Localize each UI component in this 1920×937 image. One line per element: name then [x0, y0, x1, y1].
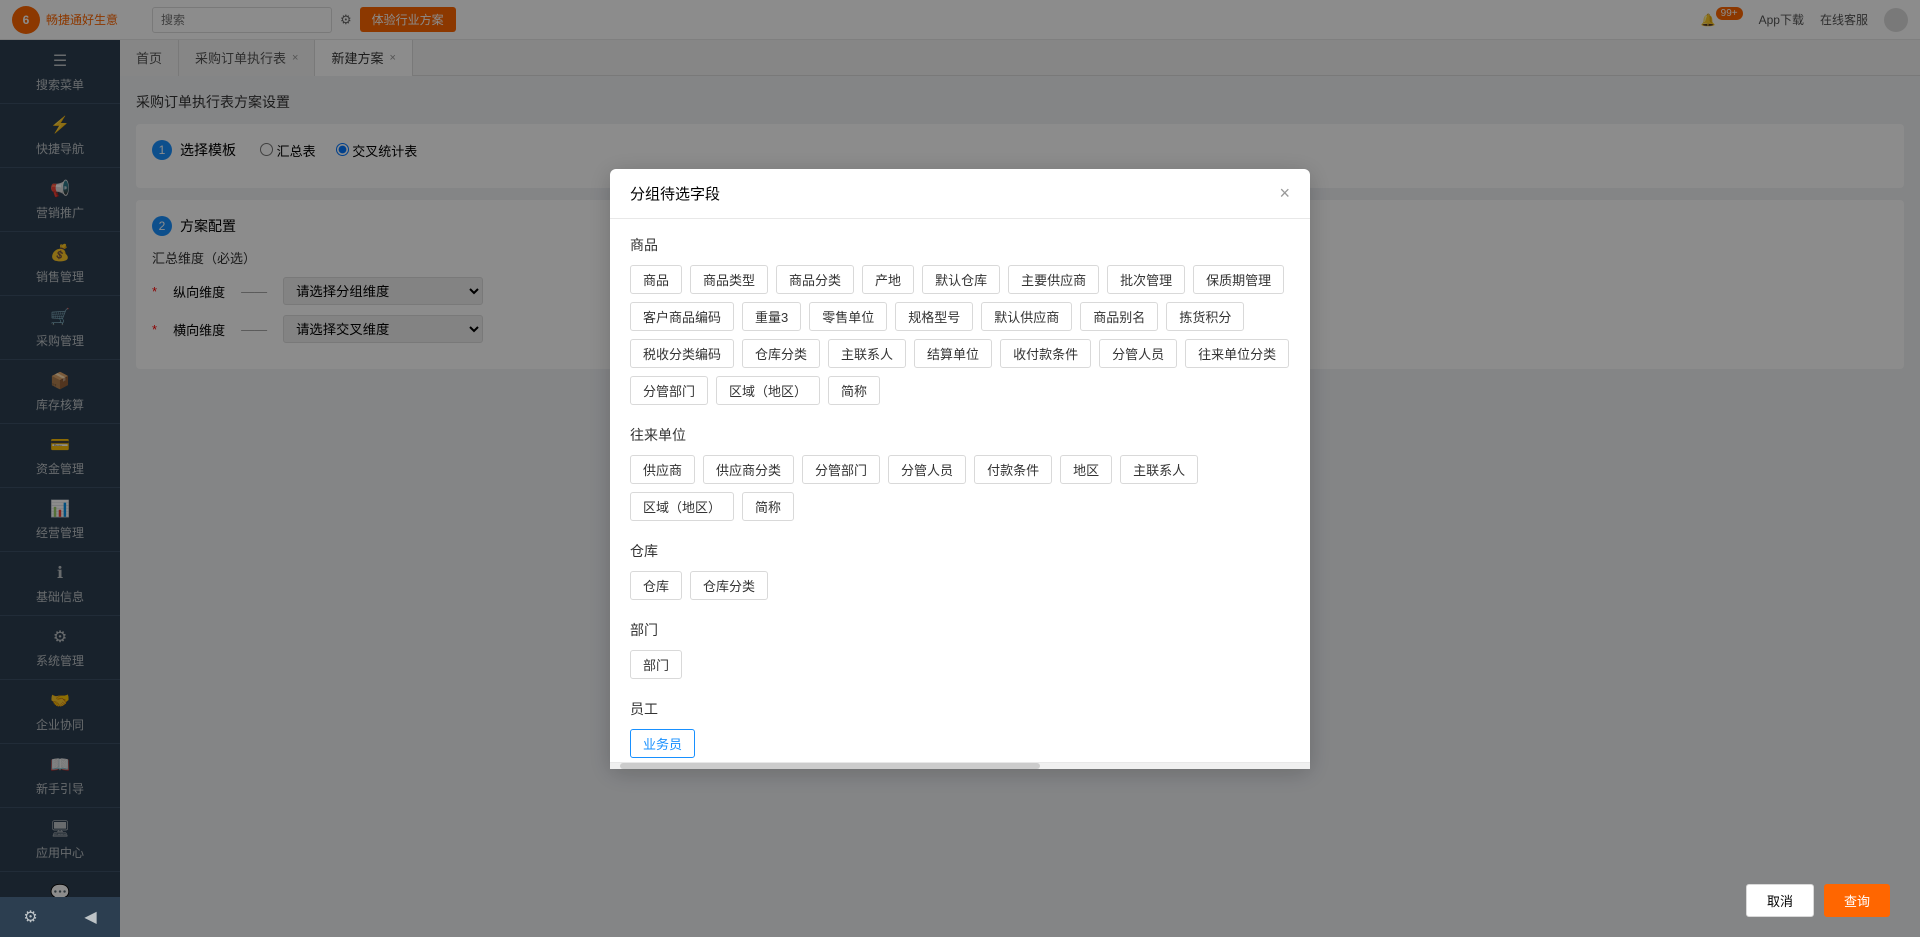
chip-goods-4[interactable]: 默认仓库: [922, 265, 1000, 294]
chip-goods-9[interactable]: 重量3: [742, 302, 801, 331]
chip-goods-17[interactable]: 主联系人: [828, 339, 906, 368]
chip-goods-0[interactable]: 商品: [630, 265, 682, 294]
sidebar-settings-icon[interactable]: ⚙: [23, 907, 37, 927]
chip-goods-8[interactable]: 客户商品编码: [630, 302, 734, 331]
group-title-goods: 商品: [630, 235, 1290, 255]
chip-goods-22[interactable]: 分管部门: [630, 376, 708, 405]
chip-goods-20[interactable]: 分管人员: [1099, 339, 1177, 368]
chip-goods-6[interactable]: 批次管理: [1107, 265, 1185, 294]
dept-chips: 部门: [630, 650, 1290, 679]
group-title-employee: 员工: [630, 699, 1290, 719]
chip-goods-18[interactable]: 结算单位: [914, 339, 992, 368]
chip-partner-6[interactable]: 主联系人: [1120, 455, 1198, 484]
chip-partner-8[interactable]: 简称: [742, 492, 794, 521]
chip-goods-5[interactable]: 主要供应商: [1008, 265, 1099, 294]
chip-goods-10[interactable]: 零售单位: [809, 302, 887, 331]
field-group-goods: 商品 商品 商品类型 商品分类 产地 默认仓库 主要供应商 批次管理 保质期管理…: [630, 235, 1290, 405]
chip-goods-14[interactable]: 拣货积分: [1166, 302, 1244, 331]
chip-goods-16[interactable]: 仓库分类: [742, 339, 820, 368]
warehouse-chips: 仓库 仓库分类: [630, 571, 1290, 600]
field-group-partner: 往来单位 供应商 供应商分类 分管部门 分管人员 付款条件 地区 主联系人 区域…: [630, 425, 1290, 521]
chip-goods-11[interactable]: 规格型号: [895, 302, 973, 331]
modal-overlay: 分组待选字段 × 商品 商品 商品类型 商品分类 产地 默认仓库 主要供应商 批…: [0, 0, 1920, 937]
chip-goods-13[interactable]: 商品别名: [1080, 302, 1158, 331]
modal-title: 分组待选字段: [630, 183, 720, 204]
chip-goods-12[interactable]: 默认供应商: [981, 302, 1072, 331]
chip-partner-5[interactable]: 地区: [1060, 455, 1112, 484]
confirm-button[interactable]: 查询: [1824, 884, 1890, 917]
group-title-warehouse: 仓库: [630, 541, 1290, 561]
field-group-dept: 部门 部门: [630, 620, 1290, 679]
chip-goods-3[interactable]: 产地: [862, 265, 914, 294]
modal-body: 商品 商品 商品类型 商品分类 产地 默认仓库 主要供应商 批次管理 保质期管理…: [610, 219, 1310, 762]
chip-goods-1[interactable]: 商品类型: [690, 265, 768, 294]
goods-chips: 商品 商品类型 商品分类 产地 默认仓库 主要供应商 批次管理 保质期管理 客户…: [630, 265, 1290, 405]
sidebar-collapse-icon[interactable]: ◀: [84, 907, 96, 927]
chip-partner-3[interactable]: 分管人员: [888, 455, 966, 484]
employee-chips: 业务员: [630, 729, 1290, 758]
field-group-warehouse: 仓库 仓库 仓库分类: [630, 541, 1290, 600]
chip-partner-1[interactable]: 供应商分类: [703, 455, 794, 484]
chip-dept-0[interactable]: 部门: [630, 650, 682, 679]
scrollbar-thumb: [620, 763, 1040, 769]
chip-warehouse-0[interactable]: 仓库: [630, 571, 682, 600]
field-select-modal: 分组待选字段 × 商品 商品 商品类型 商品分类 产地 默认仓库 主要供应商 批…: [610, 169, 1310, 769]
chip-partner-4[interactable]: 付款条件: [974, 455, 1052, 484]
chip-goods-7[interactable]: 保质期管理: [1193, 265, 1284, 294]
chip-employee-0[interactable]: 业务员: [630, 729, 695, 758]
field-group-employee: 员工 业务员: [630, 699, 1290, 758]
chip-partner-2[interactable]: 分管部门: [802, 455, 880, 484]
chip-goods-2[interactable]: 商品分类: [776, 265, 854, 294]
chip-partner-7[interactable]: 区域（地区）: [630, 492, 734, 521]
modal-close-btn[interactable]: ×: [1279, 183, 1290, 204]
modal-header: 分组待选字段 ×: [610, 169, 1310, 219]
chip-warehouse-1[interactable]: 仓库分类: [690, 571, 768, 600]
group-title-partner: 往来单位: [630, 425, 1290, 445]
chip-goods-15[interactable]: 税收分类编码: [630, 339, 734, 368]
partner-chips: 供应商 供应商分类 分管部门 分管人员 付款条件 地区 主联系人 区域（地区） …: [630, 455, 1290, 521]
chip-goods-24[interactable]: 简称: [828, 376, 880, 405]
chip-goods-23[interactable]: 区域（地区）: [716, 376, 820, 405]
group-title-dept: 部门: [630, 620, 1290, 640]
chip-goods-19[interactable]: 收付款条件: [1000, 339, 1091, 368]
chip-goods-21[interactable]: 往来单位分类: [1185, 339, 1289, 368]
chip-partner-0[interactable]: 供应商: [630, 455, 695, 484]
cancel-button[interactable]: 取消: [1746, 884, 1814, 917]
sidebar-footer: ⚙ ◀: [0, 897, 120, 937]
footer-buttons: 取消 查询: [1746, 884, 1890, 917]
modal-scrollbar[interactable]: [610, 762, 1310, 769]
